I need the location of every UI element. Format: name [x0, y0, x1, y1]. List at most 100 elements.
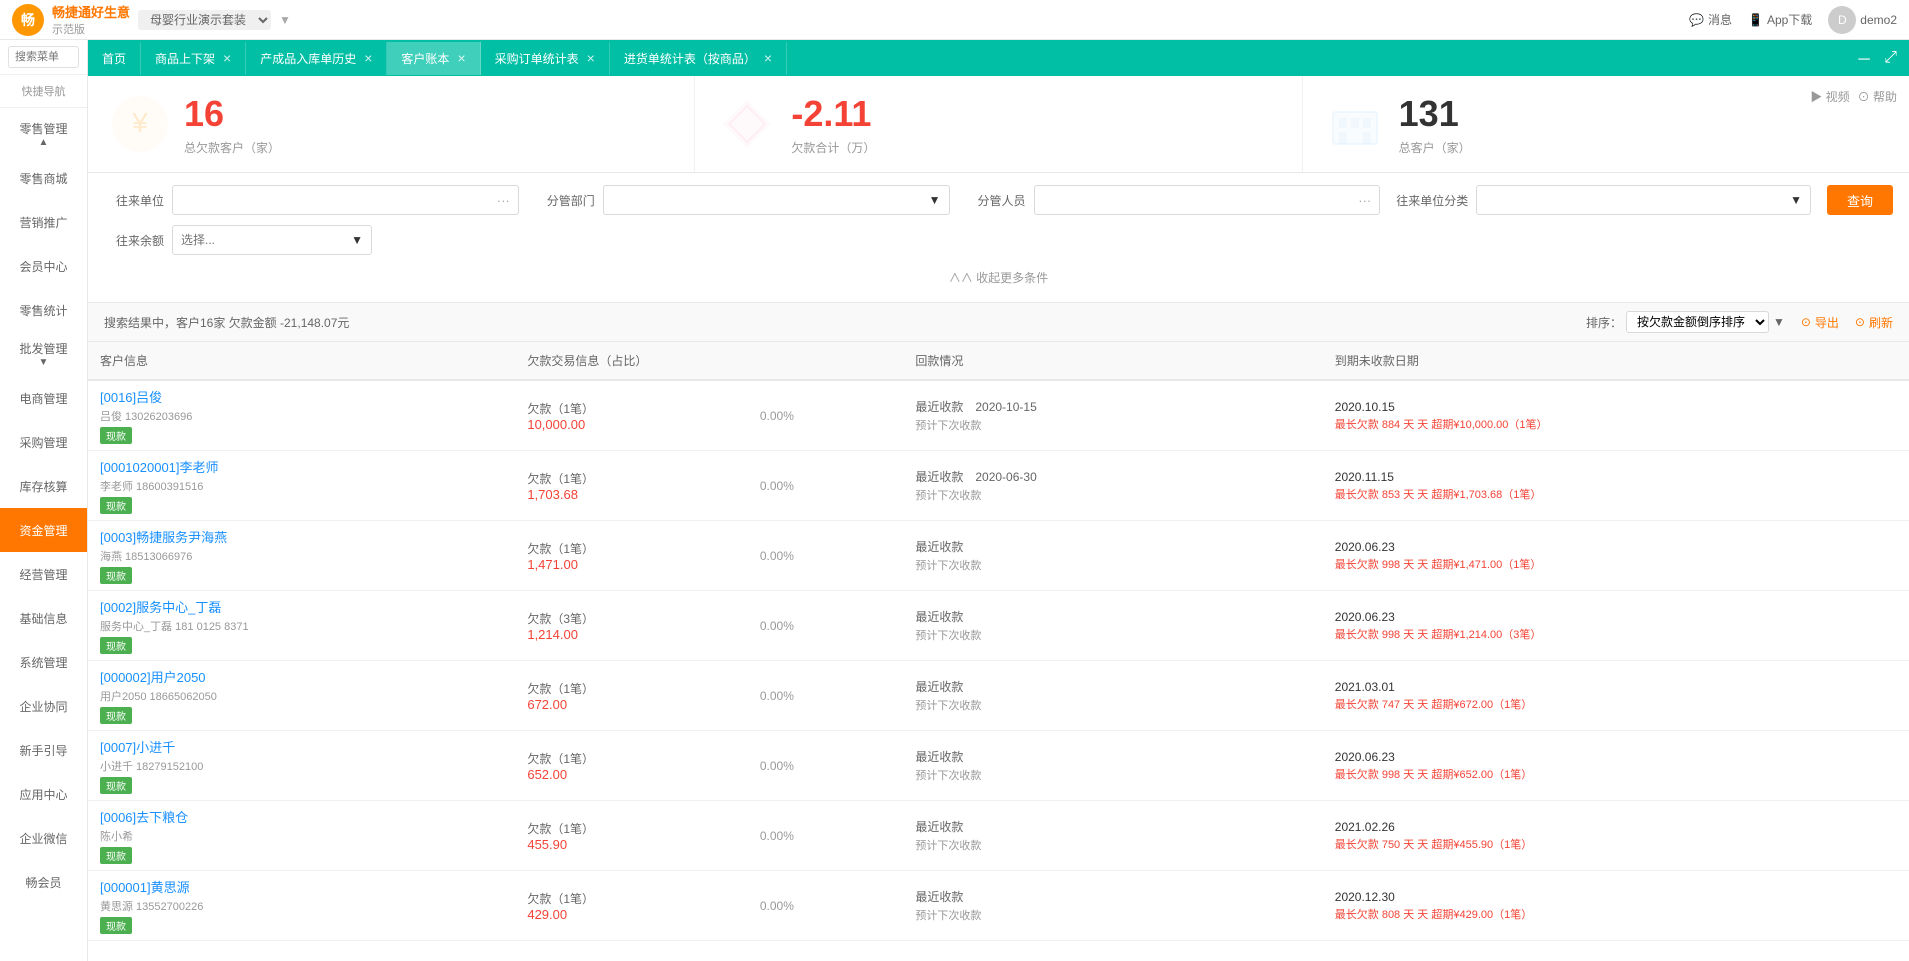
dept-input[interactable] — [612, 193, 929, 207]
overdue-link[interactable]: 超期¥672.00（1笔） — [1431, 699, 1532, 711]
export-btn[interactable]: ⊙ 导出 — [1801, 314, 1839, 331]
tab-close-icon[interactable]: × — [587, 51, 595, 65]
sidebar-label: 库存核算 — [19, 478, 67, 495]
app-download-label: App下载 — [1767, 11, 1812, 28]
sidebar-item-wechat[interactable]: 企业微信 — [0, 816, 87, 860]
filter-row-2: 往来余额 ▼ — [104, 225, 1893, 255]
tab-purchase-order[interactable]: 采购订单统计表 × — [481, 42, 610, 75]
balance-input[interactable] — [181, 233, 351, 247]
source-unit-label: 往来单位 — [104, 192, 164, 209]
sort-select[interactable]: 按欠款金额倒序排序 — [1626, 311, 1769, 333]
customer-name-link[interactable]: [0001020001]李老师 — [100, 457, 503, 476]
sidebar-item-enterprise[interactable]: 企业协同 — [0, 684, 87, 728]
next-pay: 预计下次收款 — [915, 697, 1251, 713]
sidebar-item-batch-manage[interactable]: 批发管理 ▼ — [0, 332, 87, 376]
debt-amount[interactable]: 1,703.68 — [527, 487, 728, 502]
tab-purchase-stats[interactable]: 进货单统计表（按商品） × — [610, 42, 787, 75]
search-input[interactable] — [8, 46, 79, 68]
logo-area: 畅 畅捷通好生意 示范版 母婴行业演示套装 ▼ — [12, 2, 291, 37]
customer-name-link[interactable]: [000001]黄思源 — [100, 877, 503, 896]
tab-production[interactable]: 产成品入库单历史 × — [246, 42, 387, 75]
sidebar-item-finance[interactable]: 资金管理 — [0, 508, 87, 552]
sidebar-item-retail-stats[interactable]: 零售统计 — [0, 288, 87, 332]
overdue-info: 最长欠款 750 天 天 超期¥455.90（1笔） — [1335, 836, 1897, 852]
tab-maximize-btn[interactable]: ⤢ — [1880, 45, 1901, 71]
customer-name-link[interactable]: [0002]服务中心_丁磊 — [100, 597, 503, 616]
cell-customer-info: [0001020001]李老师 李老师 18600391516 现款 — [88, 451, 515, 521]
overdue-link[interactable]: 超期¥1,214.00（3笔） — [1431, 629, 1541, 641]
company-expand-icon[interactable]: ▼ — [279, 13, 291, 27]
category-input[interactable] — [1485, 193, 1790, 207]
sidebar-item-system[interactable]: 系统管理 — [0, 640, 87, 684]
source-unit-input[interactable] — [181, 193, 493, 207]
source-unit-input-container[interactable]: ··· — [172, 185, 519, 215]
refresh-btn[interactable]: ⊙ 刷新 — [1855, 314, 1893, 331]
debt-amount[interactable]: 455.90 — [527, 837, 728, 852]
debt-count: 欠款（1笔） — [527, 470, 728, 487]
user-menu[interactable]: D demo2 — [1828, 6, 1897, 34]
collapse-up-icon: ∧∧ — [949, 271, 973, 285]
overdue-link[interactable]: 超期¥652.00（1笔） — [1431, 769, 1532, 781]
tab-close-icon[interactable]: × — [223, 51, 231, 65]
help-btn[interactable]: ⊙ 帮助 — [1858, 88, 1897, 105]
table-row: [0016]吕俊 吕俊 13026203696 现款 欠款（1笔） 10,000… — [88, 380, 1909, 451]
play-icon: ▶ — [1810, 90, 1822, 104]
company-select[interactable]: 母婴行业演示套装 — [138, 10, 271, 30]
balance-select-container[interactable]: ▼ — [172, 225, 372, 255]
sidebar-item-basic[interactable]: 基础信息 — [0, 596, 87, 640]
customer-name-link[interactable]: [0003]畅捷服务尹海燕 — [100, 527, 503, 546]
overdue-link[interactable]: 超期¥10,000.00（1笔） — [1431, 419, 1547, 431]
sidebar-label: 批发管理 — [19, 340, 67, 357]
sidebar-item-ecommerce[interactable]: 电商管理 — [0, 376, 87, 420]
sidebar-item-retail-mall[interactable]: 零售商城 — [0, 156, 87, 200]
sidebar-item-marketing[interactable]: 营销推广 — [0, 200, 87, 244]
tab-customer-account[interactable]: 客户账本 × — [387, 42, 480, 75]
category-select-container[interactable]: ▼ — [1476, 185, 1811, 215]
messages-btn[interactable]: 💬 消息 — [1689, 11, 1732, 28]
tab-close-icon[interactable]: × — [764, 51, 772, 65]
debt-amount[interactable]: 672.00 — [527, 697, 728, 712]
overdue-link[interactable]: 超期¥455.90（1笔） — [1431, 839, 1532, 851]
cell-customer-info: [0006]去下粮仓 陈小希 现款 — [88, 801, 515, 871]
stat-overdue-customers-content: 16 总欠款客户（家） — [184, 92, 280, 156]
manager-input[interactable] — [1043, 193, 1355, 207]
payment-tag: 现款 — [100, 917, 132, 934]
tab-home[interactable]: 首页 — [88, 42, 141, 75]
overdue-link[interactable]: 超期¥1,703.68（1笔） — [1431, 489, 1541, 501]
sidebar-item-member2[interactable]: 畅会员 — [0, 860, 87, 904]
collapse-btn[interactable]: ∧∧ 收起更多条件 — [104, 265, 1893, 290]
video-btn[interactable]: ▶ 视频 — [1810, 88, 1849, 105]
sidebar-item-retail-manage[interactable]: 零售管理 ▲ — [0, 112, 87, 156]
dept-select-container[interactable]: ▼ — [603, 185, 950, 215]
debt-amount[interactable]: 10,000.00 — [527, 417, 728, 432]
cell-debt-count: 欠款（1笔） 672.00 — [515, 661, 740, 731]
debt-amount[interactable]: 429.00 — [527, 907, 728, 922]
tab-products[interactable]: 商品上下架 × — [141, 42, 246, 75]
sidebar-item-app-center[interactable]: 应用中心 — [0, 772, 87, 816]
customer-name-link[interactable]: [0016]吕俊 — [100, 387, 503, 406]
cell-customer-info: [000001]黄思源 黄思源 13552700226 现款 — [88, 871, 515, 941]
result-text: 搜索结果中，客户16家 欠款金额 -21,148.07元 — [104, 314, 349, 331]
sidebar-label: 零售统计 — [19, 302, 67, 319]
stat-card-overdue-amount: -2.11 欠款合计（万） — [695, 76, 1302, 172]
customer-name-link[interactable]: [000002]用户2050 — [100, 667, 503, 686]
sidebar-item-member[interactable]: 会员中心 — [0, 244, 87, 288]
customer-name-link[interactable]: [0007]小进千 — [100, 737, 503, 756]
overdue-link[interactable]: 超期¥429.00（1笔） — [1431, 909, 1532, 921]
tab-close-icon[interactable]: × — [364, 51, 372, 65]
debt-pct: 0.00% — [760, 899, 794, 913]
overdue-link[interactable]: 超期¥1,471.00（1笔） — [1431, 559, 1541, 571]
customer-name-link[interactable]: [0006]去下粮仓 — [100, 807, 503, 826]
sidebar-item-newbie[interactable]: 新手引导 — [0, 728, 87, 772]
debt-amount[interactable]: 652.00 — [527, 767, 728, 782]
app-download-btn[interactable]: 📱 App下载 — [1748, 11, 1812, 28]
search-button[interactable]: 查询 — [1827, 185, 1893, 215]
sidebar-item-inventory[interactable]: 库存核算 — [0, 464, 87, 508]
tab-close-icon[interactable]: × — [457, 51, 465, 65]
debt-amount[interactable]: 1,214.00 — [527, 627, 728, 642]
sidebar-item-purchase[interactable]: 采购管理 — [0, 420, 87, 464]
manager-input-container[interactable]: ··· — [1034, 185, 1381, 215]
tab-minimize-btn[interactable]: － — [1852, 42, 1876, 74]
debt-amount[interactable]: 1,471.00 — [527, 557, 728, 572]
sidebar-item-business[interactable]: 经营管理 — [0, 552, 87, 596]
